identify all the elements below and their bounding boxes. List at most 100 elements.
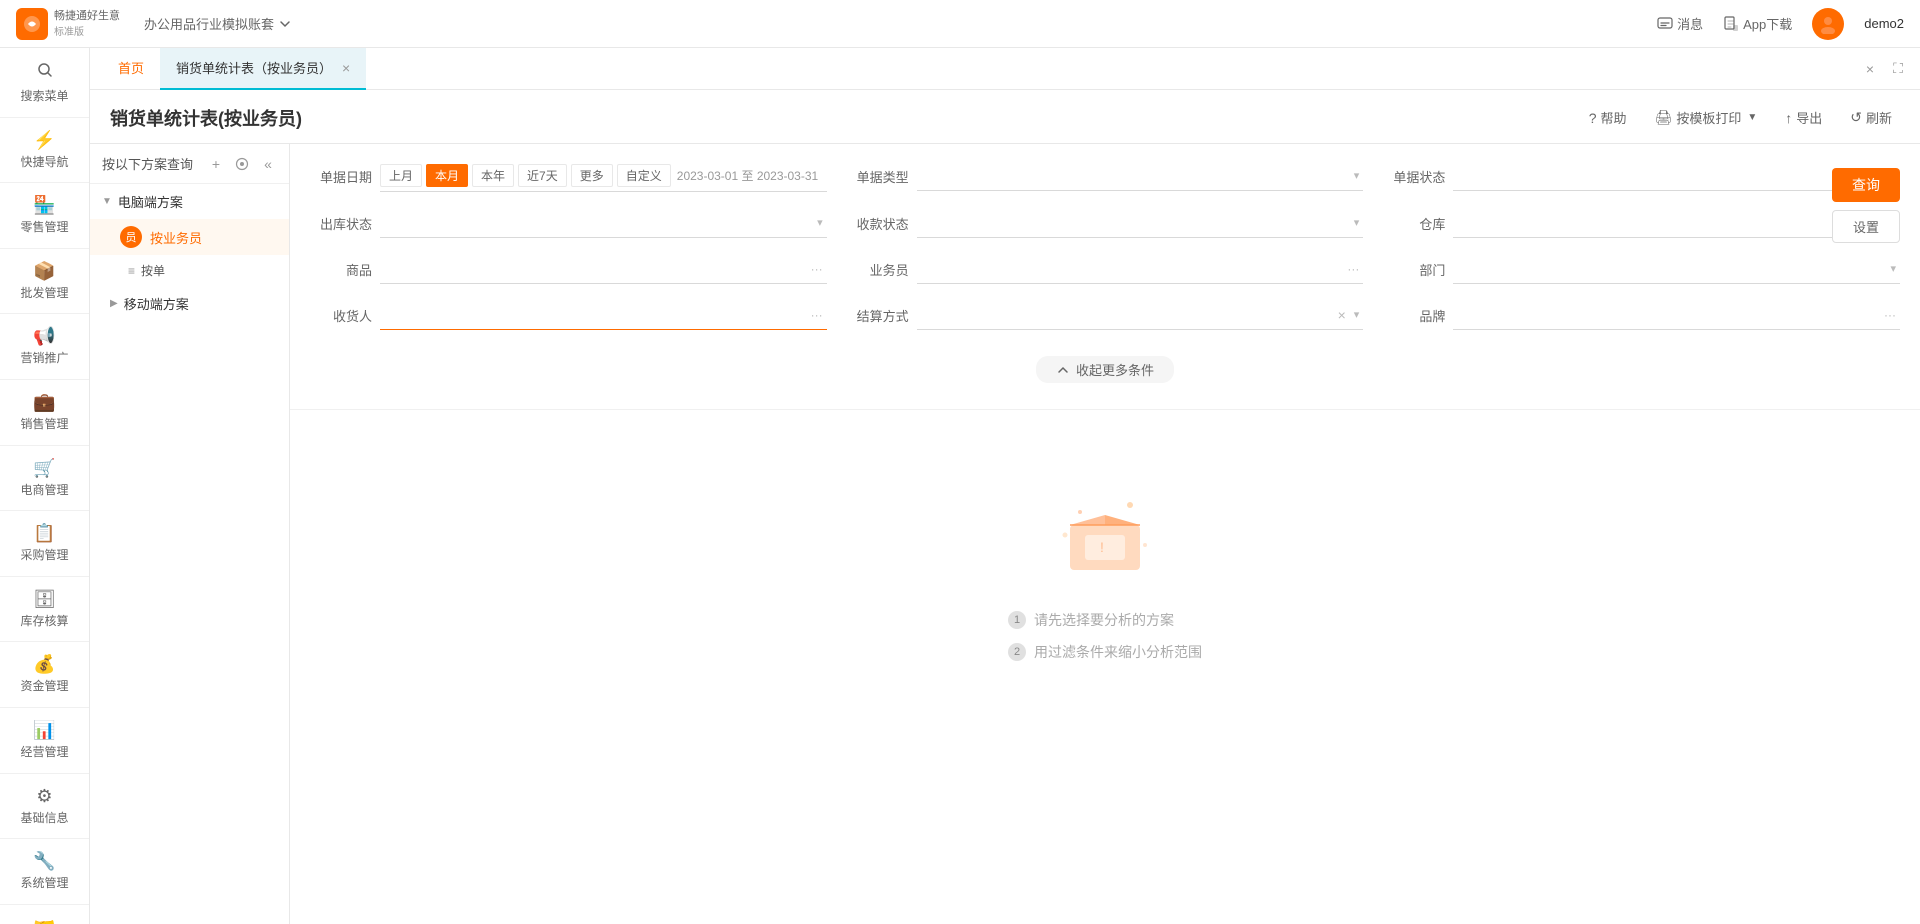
brand-input[interactable]: ··· — [1453, 300, 1900, 330]
date-btn-more[interactable]: 更多 — [571, 164, 613, 187]
collect-status-label: 收款状态 — [847, 214, 917, 233]
tab-home[interactable]: 首页 — [102, 48, 160, 90]
salesperson-scheme-label: 按业务员 — [150, 228, 202, 247]
refresh-button[interactable]: ↺ 刷新 — [1842, 104, 1900, 131]
receiver-label: 收货人 — [310, 306, 380, 325]
out-status-arrow-icon: ▾ — [813, 216, 827, 229]
sidebar-item-purchase[interactable]: 📋 采购管理 — [0, 511, 89, 577]
salesperson-more-icon[interactable]: ··· — [1343, 262, 1363, 276]
date-btn-this-month[interactable]: 本月 — [426, 164, 468, 187]
panel-header: 按以下方案查询 + — [90, 144, 289, 184]
sidebar-item-ecommerce[interactable]: 🛒 电商管理 — [0, 446, 89, 512]
finance-icon: 💰 — [33, 654, 55, 675]
date-btn-7days[interactable]: 近7天 — [518, 164, 567, 187]
sidebar-item-search-label: 搜索菜单 — [20, 89, 68, 105]
date-row: 上月 本月 本年 近7天 更多 自定义 2023-03-01 至 2023-03… — [380, 164, 818, 187]
receiver-input[interactable]: ··· — [380, 300, 827, 330]
dept-label: 部门 — [1383, 260, 1453, 279]
date-btn-this-year[interactable]: 本年 — [472, 164, 514, 187]
settle-input[interactable]: × ▾ — [917, 300, 1364, 330]
tab-active[interactable]: 销货单统计表（按业务员） × — [160, 48, 366, 90]
sidebar-item-inventory[interactable]: 🗄 库存核算 — [0, 577, 89, 643]
doc-type-field: 单据类型 ▾ — [847, 160, 1364, 192]
collapse-button[interactable]: 收起更多条件 — [1036, 356, 1174, 383]
collect-status-input[interactable]: ▾ — [917, 208, 1364, 238]
out-status-input[interactable]: ▾ — [380, 208, 827, 238]
collapse-up-icon — [1056, 363, 1070, 377]
scheme-item-salesperson[interactable]: 员 按业务员 — [90, 219, 289, 255]
sidebar-item-quicknav[interactable]: ⚡ 快捷导航 — [0, 118, 89, 184]
filter-row-3: 商品 ··· 业务员 ··· — [310, 254, 1900, 284]
tab-close-icon[interactable]: × — [342, 60, 350, 76]
hint-text-1: 请先选择要分析的方案 — [1034, 610, 1174, 630]
goods-input[interactable]: ··· — [380, 254, 827, 284]
message-icon — [1657, 16, 1673, 32]
system-icon: 🔧 — [33, 851, 55, 872]
date-btn-last-month[interactable]: 上月 — [380, 164, 422, 187]
sidebar-item-ecommerce-label: 电商管理 — [20, 483, 68, 499]
scheme-item-bysingle[interactable]: ≡ 按单 — [90, 255, 289, 286]
sidebar-item-basic[interactable]: ⚙ 基础信息 — [0, 774, 89, 840]
doc-date-label: 单据日期 — [310, 167, 380, 186]
mobile-scheme-group: ▶ 移动端方案 — [90, 286, 289, 321]
sidebar-item-operations[interactable]: 📊 经营管理 — [0, 708, 89, 774]
salesperson-input[interactable]: ··· — [917, 254, 1364, 284]
sidebar-item-enterprise[interactable]: 🤝 企业协同 — [0, 905, 89, 924]
tab-expand-button[interactable]: ⛶ — [1888, 59, 1908, 79]
svg-text:!: ! — [1100, 539, 1104, 555]
template-print-button[interactable]: 🖨 按模板打印 ▼ — [1647, 104, 1766, 131]
sidebar-item-search[interactable]: 搜索菜单 — [0, 48, 89, 118]
sales-icon: 💼 — [33, 392, 55, 413]
sidebar-item-wholesale[interactable]: 📦 批发管理 — [0, 249, 89, 315]
sidebar-item-wholesale-label: 批发管理 — [20, 286, 68, 302]
user-avatar[interactable] — [1812, 8, 1844, 40]
warehouse-label: 仓库 — [1383, 214, 1453, 233]
warehouse-field: 仓库 ··· — [1383, 208, 1900, 238]
receiver-more-icon[interactable]: ··· — [807, 308, 827, 322]
app-download-button[interactable]: App下载 — [1723, 14, 1792, 33]
sidebar-item-marketing[interactable]: 📢 营销推广 — [0, 314, 89, 380]
doc-status-field: 单据状态 ▾ — [1383, 160, 1900, 192]
filter-row-2: 出库状态 ▾ 收款状态 ▾ — [310, 208, 1900, 238]
doc-type-label: 单据类型 — [847, 167, 917, 186]
edit-scheme-button[interactable] — [233, 155, 251, 173]
date-btn-custom[interactable]: 自定义 — [617, 164, 671, 187]
settle-clear-icon[interactable]: × — [1334, 307, 1350, 323]
help-button[interactable]: ? 帮助 — [1581, 104, 1635, 131]
add-scheme-button[interactable]: + — [207, 155, 225, 173]
app-download-label: App下载 — [1743, 14, 1792, 33]
hint-text-2: 用过滤条件来缩小分析范围 — [1034, 642, 1202, 662]
collapse-panel-button[interactable]: « — [259, 155, 277, 173]
doc-date-input[interactable]: 上月 本月 本年 近7天 更多 自定义 2023-03-01 至 2023-03… — [380, 160, 827, 192]
hint-num-2: 2 — [1008, 643, 1026, 661]
brand-field: 品牌 ··· — [1383, 300, 1900, 330]
header-actions: ? 帮助 🖨 按模板打印 ▼ ↑ 导出 ↺ — [1581, 104, 1900, 131]
tab-home-label: 首页 — [118, 58, 144, 77]
sidebar-item-basic-label: 基础信息 — [20, 811, 68, 827]
dept-input[interactable]: ▾ — [1453, 254, 1900, 284]
print-dropdown-icon: ▼ — [1747, 112, 1757, 123]
collect-status-arrow-icon: ▾ — [1350, 216, 1364, 229]
export-button[interactable]: ↑ 导出 — [1777, 104, 1830, 131]
messages-button[interactable]: 消息 — [1657, 14, 1703, 33]
logo-sub: 标准版 — [54, 23, 120, 38]
ecommerce-icon: 🛒 — [33, 458, 55, 479]
doc-status-label: 单据状态 — [1383, 167, 1453, 186]
workspace-selector[interactable]: 办公用品行业模拟账套 — [144, 14, 292, 33]
mobile-scheme-parent[interactable]: ▶ 移动端方案 — [90, 286, 289, 321]
doc-type-input[interactable]: ▾ — [917, 161, 1364, 191]
sidebar-item-retail[interactable]: 🏪 零售管理 — [0, 183, 89, 249]
user-name[interactable]: demo2 — [1864, 16, 1904, 31]
tab-close-button[interactable]: × — [1860, 59, 1880, 79]
brand-more-icon[interactable]: ··· — [1880, 308, 1900, 322]
empty-hint-2: 2 用过滤条件来缩小分析范围 — [1008, 642, 1202, 662]
sidebar-item-system[interactable]: 🔧 系统管理 — [0, 839, 89, 905]
query-button[interactable]: 查询 — [1832, 168, 1900, 202]
settings-button[interactable]: 设置 — [1832, 210, 1900, 243]
header-top: 销货单统计表(按业务员) ? 帮助 🖨 按模板打印 ▼ ↑ — [110, 104, 1900, 143]
goods-more-icon[interactable]: ··· — [807, 262, 827, 276]
sidebar-item-sales[interactable]: 💼 销售管理 — [0, 380, 89, 446]
sidebar-item-finance[interactable]: 💰 资金管理 — [0, 642, 89, 708]
main-container: 销货单统计表(按业务员) ? 帮助 🖨 按模板打印 ▼ ↑ — [90, 90, 1920, 924]
pc-scheme-parent[interactable]: ▼ 电脑端方案 — [90, 184, 289, 219]
